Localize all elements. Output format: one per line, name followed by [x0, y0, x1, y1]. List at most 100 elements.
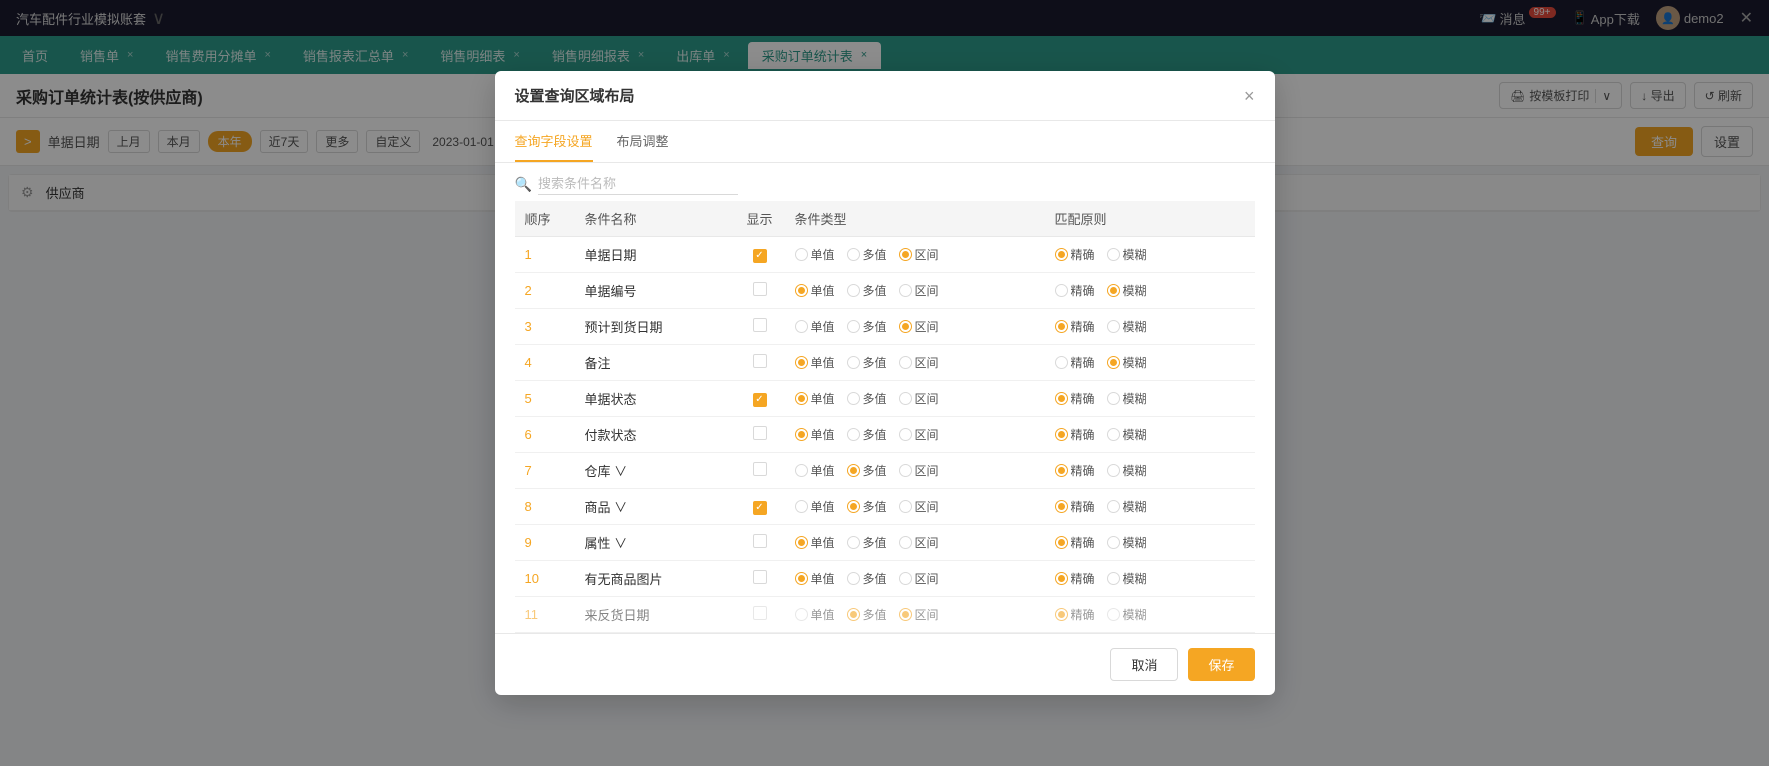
radio-exact[interactable]: [1055, 572, 1068, 585]
display-checkbox[interactable]: [753, 393, 767, 407]
radio-single[interactable]: [795, 500, 808, 513]
radio-fuzzy[interactable]: [1107, 464, 1120, 477]
display-checkbox[interactable]: [753, 354, 767, 368]
modal-overlay: 设置查询区域布局 × 查询字段设置 布局调整 🔍 顺序 条件名称: [0, 0, 1769, 766]
display-checkbox[interactable]: [753, 462, 767, 476]
modal-table-container: 顺序 条件名称 显示 条件类型 匹配原则 1 单据日期: [495, 201, 1275, 633]
row-order: 3: [525, 319, 532, 334]
settings-modal: 设置查询区域布局 × 查询字段设置 布局调整 🔍 顺序 条件名称: [495, 71, 1275, 695]
radio-range[interactable]: [899, 248, 912, 261]
radio-fuzzy[interactable]: [1107, 608, 1120, 621]
display-checkbox[interactable]: [753, 249, 767, 263]
radio-fuzzy[interactable]: [1107, 536, 1120, 549]
type-range[interactable]: 区间: [899, 246, 939, 263]
radio-range[interactable]: [899, 284, 912, 297]
display-checkbox[interactable]: [753, 318, 767, 332]
modal-search-icon: 🔍: [515, 176, 532, 193]
modal-close-btn[interactable]: ×: [1244, 87, 1255, 105]
row-name: 商品 ∨: [575, 489, 735, 525]
radio-fuzzy[interactable]: [1107, 356, 1120, 369]
radio-single[interactable]: [795, 392, 808, 405]
radio-single[interactable]: [795, 356, 808, 369]
radio-single[interactable]: [795, 572, 808, 585]
radio-multi[interactable]: [847, 428, 860, 441]
radio-range[interactable]: [899, 536, 912, 549]
row-match-cell: 精确 模糊: [1045, 237, 1255, 273]
radio-fuzzy[interactable]: [1107, 500, 1120, 513]
radio-multi[interactable]: [847, 248, 860, 261]
radio-range[interactable]: [899, 356, 912, 369]
radio-range[interactable]: [899, 500, 912, 513]
radio-multi[interactable]: [847, 500, 860, 513]
type-multi[interactable]: 多值: [847, 246, 887, 263]
radio-range[interactable]: [899, 320, 912, 333]
row-order: 5: [525, 391, 532, 406]
table-row: 1 单据日期 单值 多值 区间: [515, 237, 1255, 273]
display-checkbox[interactable]: [753, 534, 767, 548]
radio-exact[interactable]: [1055, 284, 1068, 297]
radio-fuzzy[interactable]: [1107, 428, 1120, 441]
radio-exact[interactable]: [1055, 248, 1068, 261]
radio-exact[interactable]: [1055, 428, 1068, 441]
radio-multi[interactable]: [847, 356, 860, 369]
display-checkbox[interactable]: [753, 606, 767, 620]
radio-exact[interactable]: [1055, 500, 1068, 513]
radio-fuzzy[interactable]: [1107, 284, 1120, 297]
th-order: 顺序: [515, 201, 575, 237]
radio-single[interactable]: [795, 248, 808, 261]
radio-fuzzy[interactable]: [1107, 572, 1120, 585]
table-row: 2 单据编号 单值 多值 区间 精确: [515, 273, 1255, 309]
radio-exact[interactable]: [1055, 536, 1068, 549]
radio-exact[interactable]: [1055, 392, 1068, 405]
radio-exact[interactable]: [1055, 356, 1068, 369]
radio-range[interactable]: [899, 392, 912, 405]
row-order: 11: [525, 607, 539, 622]
cancel-button[interactable]: 取消: [1110, 648, 1178, 681]
radio-exact[interactable]: [1055, 608, 1068, 621]
type-single[interactable]: 单值: [795, 246, 835, 263]
radio-multi[interactable]: [847, 284, 860, 297]
radio-range[interactable]: [899, 428, 912, 441]
radio-multi[interactable]: [847, 608, 860, 621]
th-match-rule: 匹配原则: [1045, 201, 1255, 237]
radio-multi[interactable]: [847, 572, 860, 585]
radio-single[interactable]: [795, 608, 808, 621]
display-checkbox[interactable]: [753, 426, 767, 440]
radio-single[interactable]: [795, 464, 808, 477]
radio-exact[interactable]: [1055, 464, 1068, 477]
radio-fuzzy[interactable]: [1107, 248, 1120, 261]
radio-exact[interactable]: [1055, 320, 1068, 333]
table-row: 3 预计到货日期 单值 多值 区间 精确: [515, 309, 1255, 345]
modal-search-input[interactable]: [538, 173, 738, 195]
radio-fuzzy[interactable]: [1107, 320, 1120, 333]
radio-range[interactable]: [899, 464, 912, 477]
modal-tab-layout[interactable]: 布局调整: [617, 121, 669, 162]
radio-range[interactable]: [899, 572, 912, 585]
row-name: 单据日期: [575, 237, 735, 273]
radio-multi[interactable]: [847, 464, 860, 477]
radio-multi[interactable]: [847, 392, 860, 405]
row-order: 6: [525, 427, 532, 442]
row-name: 付款状态: [575, 417, 735, 453]
th-condition-type: 条件类型: [785, 201, 1045, 237]
radio-multi[interactable]: [847, 536, 860, 549]
row-order: 10: [525, 571, 539, 586]
radio-single[interactable]: [795, 320, 808, 333]
radio-fuzzy[interactable]: [1107, 392, 1120, 405]
table-row: 6 付款状态 单值 多值 区间 精确: [515, 417, 1255, 453]
display-checkbox[interactable]: [753, 570, 767, 584]
display-checkbox[interactable]: [753, 501, 767, 515]
display-checkbox[interactable]: [753, 282, 767, 296]
radio-single[interactable]: [795, 284, 808, 297]
match-exact[interactable]: 精确: [1055, 246, 1095, 263]
row-name: 预计到货日期: [575, 309, 735, 345]
modal-tab-query-fields[interactable]: 查询字段设置: [515, 121, 593, 162]
match-fuzzy[interactable]: 模糊: [1107, 246, 1147, 263]
save-button[interactable]: 保存: [1188, 648, 1254, 681]
table-row: 10 有无商品图片 单值 多值 区间 精确: [515, 561, 1255, 597]
table-row: 5 单据状态 单值 多值 区间 精确: [515, 381, 1255, 417]
radio-multi[interactable]: [847, 320, 860, 333]
radio-single[interactable]: [795, 536, 808, 549]
radio-range[interactable]: [899, 608, 912, 621]
radio-single[interactable]: [795, 428, 808, 441]
